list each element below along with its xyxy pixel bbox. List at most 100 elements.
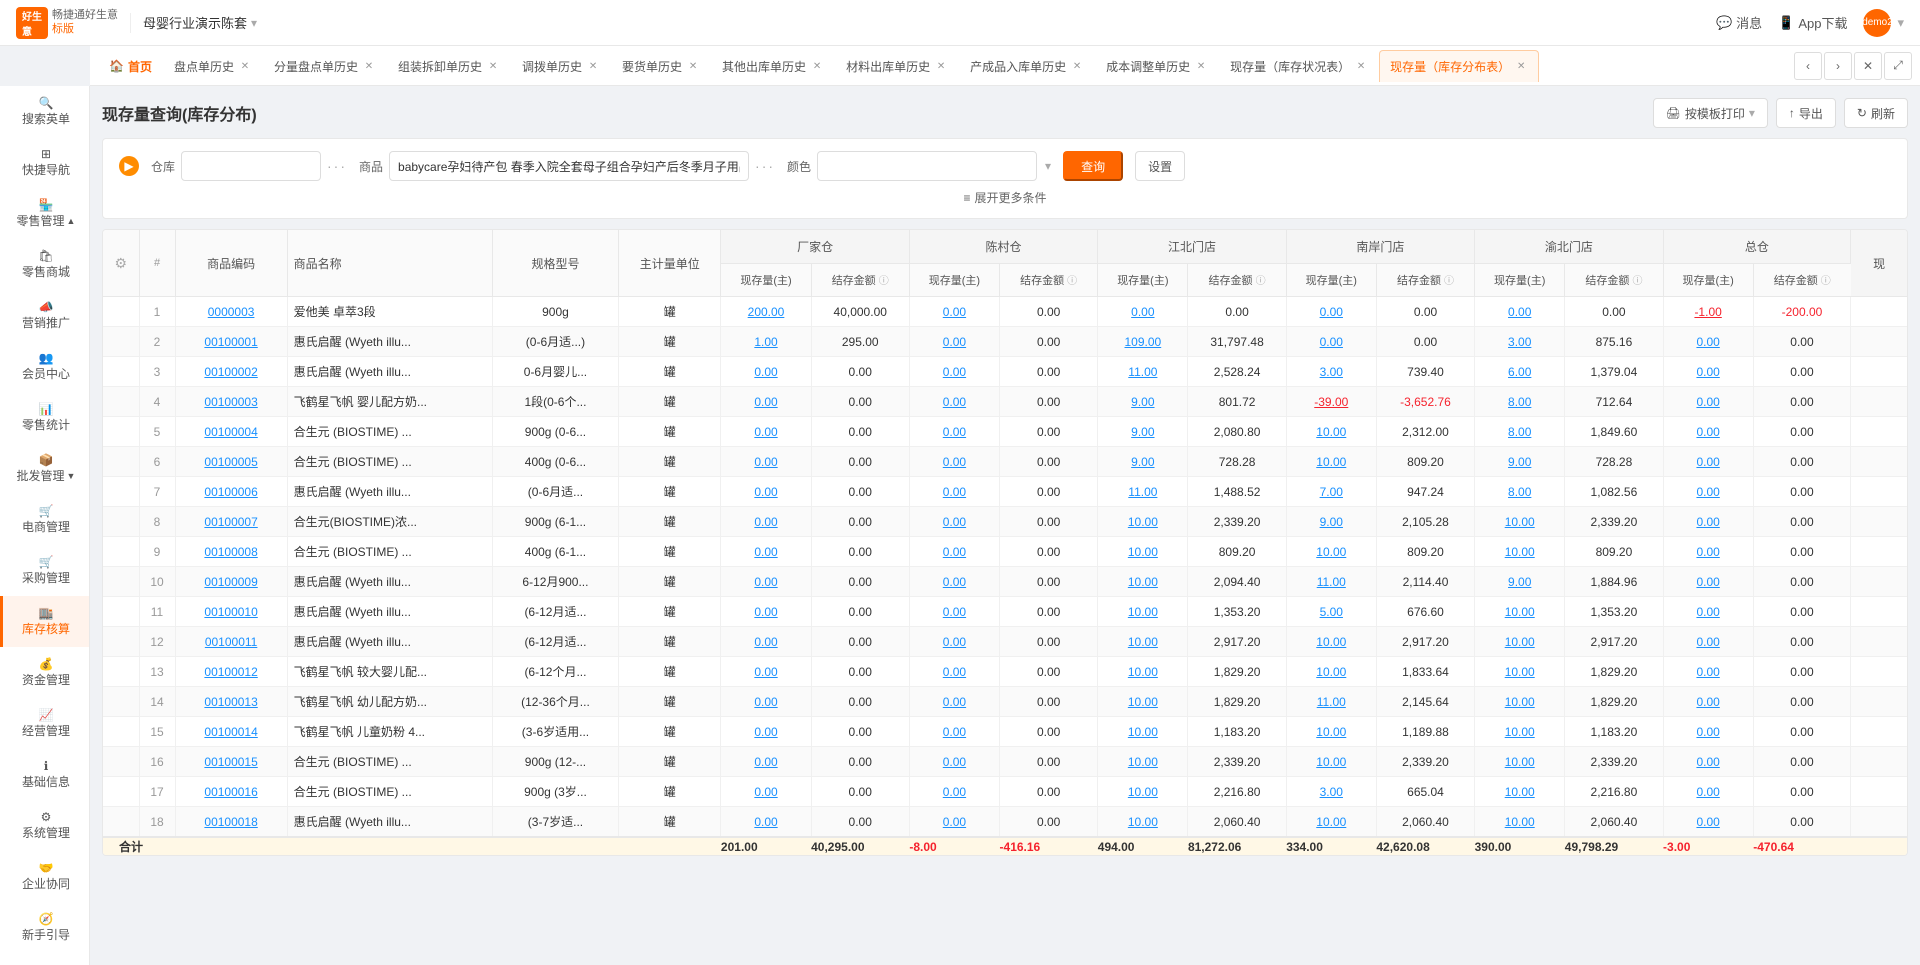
sidebar-item-retailshop[interactable]: 🛍 零售商城 [0, 239, 89, 290]
cell-c-qty-10[interactable]: 0.00 [909, 597, 999, 627]
cell-f-qty-10[interactable]: 0.00 [721, 597, 811, 627]
org-dropdown[interactable]: 母婴行业演示陈套 ▾ [143, 13, 257, 32]
cell-yb-qty-16[interactable]: 10.00 [1475, 777, 1565, 807]
cell-total-qty-2[interactable]: 0.00 [1663, 357, 1753, 387]
cell-code-9[interactable]: 00100009 [175, 567, 287, 597]
close-tab-stocktaking[interactable]: ✕ [238, 59, 252, 73]
cell-f-qty-3[interactable]: 0.00 [721, 387, 811, 417]
cell-yb-qty-1[interactable]: 3.00 [1475, 327, 1565, 357]
sidebar-item-purchase[interactable]: 🛒 采购管理 [0, 545, 89, 596]
nav-next-btn[interactable]: › [1824, 52, 1852, 80]
cell-na-qty-11[interactable]: 10.00 [1286, 627, 1376, 657]
cell-f-qty-7[interactable]: 0.00 [721, 507, 811, 537]
cell-yb-qty-11[interactable]: 10.00 [1475, 627, 1565, 657]
cell-yb-qty-9[interactable]: 9.00 [1475, 567, 1565, 597]
close-tab-order[interactable]: ✕ [686, 59, 700, 73]
warehouse-input[interactable] [181, 151, 321, 181]
cell-jb-qty-0[interactable]: 0.00 [1098, 297, 1188, 327]
cell-total-qty-1[interactable]: 0.00 [1663, 327, 1753, 357]
info-icon-2[interactable]: ⓘ [1067, 276, 1077, 287]
close-tab-combine[interactable]: ✕ [486, 59, 500, 73]
cell-na-qty-10[interactable]: 5.00 [1286, 597, 1376, 627]
cell-jb-qty-13[interactable]: 10.00 [1098, 687, 1188, 717]
cell-code-5[interactable]: 00100005 [175, 447, 287, 477]
cell-code-7[interactable]: 00100007 [175, 507, 287, 537]
cell-f-qty-9[interactable]: 0.00 [721, 567, 811, 597]
cell-na-qty-8[interactable]: 10.00 [1286, 537, 1376, 567]
cell-c-qty-1[interactable]: 0.00 [909, 327, 999, 357]
sidebar-item-marketing[interactable]: 📣 营销推广 [0, 290, 89, 341]
cell-jb-qty-15[interactable]: 10.00 [1098, 747, 1188, 777]
cell-c-qty-8[interactable]: 0.00 [909, 537, 999, 567]
cell-jb-qty-3[interactable]: 9.00 [1098, 387, 1188, 417]
cell-code-12[interactable]: 00100012 [175, 657, 287, 687]
close-tab-otherout[interactable]: ✕ [810, 59, 824, 73]
sidebar-item-operation[interactable]: 📈 经营管理 [0, 698, 89, 749]
info-icon-5[interactable]: ⓘ [1632, 276, 1642, 287]
cell-jb-qty-8[interactable]: 10.00 [1098, 537, 1188, 567]
cell-total-qty-7[interactable]: 0.00 [1663, 507, 1753, 537]
cell-total-qty-6[interactable]: 0.00 [1663, 477, 1753, 507]
refresh-btn[interactable]: ↻ 刷新 [1844, 98, 1908, 128]
user-area[interactable]: demo2 ▾ [1863, 9, 1904, 37]
cell-f-qty-16[interactable]: 0.00 [721, 777, 811, 807]
cell-total-qty-15[interactable]: 0.00 [1663, 747, 1753, 777]
cell-jb-qty-6[interactable]: 11.00 [1098, 477, 1188, 507]
cell-total-qty-4[interactable]: 0.00 [1663, 417, 1753, 447]
close-tab-transfer[interactable]: ✕ [586, 59, 600, 73]
cell-c-qty-11[interactable]: 0.00 [909, 627, 999, 657]
cell-jb-qty-10[interactable]: 10.00 [1098, 597, 1188, 627]
cell-code-11[interactable]: 00100011 [175, 627, 287, 657]
cell-code-16[interactable]: 00100016 [175, 777, 287, 807]
cell-na-qty-17[interactable]: 10.00 [1286, 807, 1376, 838]
print-btn[interactable]: 🖨 按模板打印 ▾ [1653, 98, 1768, 128]
sidebar-item-finance[interactable]: 💰 资金管理 [0, 647, 89, 698]
warehouse-ellipsis[interactable]: ··· [327, 158, 347, 174]
cell-yb-qty-12[interactable]: 10.00 [1475, 657, 1565, 687]
cell-na-qty-6[interactable]: 7.00 [1286, 477, 1376, 507]
cell-total-qty-8[interactable]: 0.00 [1663, 537, 1753, 567]
cell-code-2[interactable]: 00100002 [175, 357, 287, 387]
color-input[interactable] [817, 151, 1037, 181]
cell-total-qty-16[interactable]: 0.00 [1663, 777, 1753, 807]
info-icon-6[interactable]: ⓘ [1821, 276, 1831, 287]
sidebar-item-retail[interactable]: 🏪 零售管理 ▲ [0, 188, 89, 239]
cell-na-qty-1[interactable]: 0.00 [1286, 327, 1376, 357]
expand-more-btn[interactable]: ≡ 展开更多条件 [119, 189, 1891, 206]
cell-code-3[interactable]: 00100003 [175, 387, 287, 417]
sidebar-item-member[interactable]: 👥 会员中心 [0, 341, 89, 392]
cell-jb-qty-2[interactable]: 11.00 [1098, 357, 1188, 387]
cell-code-17[interactable]: 00100018 [175, 807, 287, 838]
sidebar-item-inventory[interactable]: 🏬 库存核算 [0, 596, 89, 647]
cell-c-qty-2[interactable]: 0.00 [909, 357, 999, 387]
cell-f-qty-11[interactable]: 0.00 [721, 627, 811, 657]
cell-na-qty-12[interactable]: 10.00 [1286, 657, 1376, 687]
nav-expand-btn[interactable]: ⤢ [1884, 52, 1912, 80]
cell-total-qty-5[interactable]: 0.00 [1663, 447, 1753, 477]
app-download-btn[interactable]: 📱 App下载 [1778, 13, 1847, 32]
cell-yb-qty-15[interactable]: 10.00 [1475, 747, 1565, 777]
cell-c-qty-6[interactable]: 0.00 [909, 477, 999, 507]
info-icon-4[interactable]: ⓘ [1444, 276, 1454, 287]
sidebar-item-apps[interactable]: ⬡ 应用中心 [0, 953, 89, 965]
cell-yb-qty-2[interactable]: 6.00 [1475, 357, 1565, 387]
close-tab-product[interactable]: ✕ [1070, 59, 1084, 73]
tab-stocktaking[interactable]: 盘点单历史 ✕ [163, 50, 263, 82]
sidebar-item-retailstat[interactable]: 📊 零售统计 [0, 392, 89, 443]
cell-code-13[interactable]: 00100013 [175, 687, 287, 717]
cell-na-qty-7[interactable]: 9.00 [1286, 507, 1376, 537]
cell-yb-qty-5[interactable]: 9.00 [1475, 447, 1565, 477]
cell-c-qty-0[interactable]: 0.00 [909, 297, 999, 327]
close-tab-stock2[interactable]: ✕ [1514, 59, 1528, 73]
cell-yb-qty-17[interactable]: 10.00 [1475, 807, 1565, 838]
cell-code-0[interactable]: 0000003 [175, 297, 287, 327]
cell-yb-qty-0[interactable]: 0.00 [1475, 297, 1565, 327]
cell-code-1[interactable]: 00100001 [175, 327, 287, 357]
sidebar-item-search[interactable]: 🔍 搜索英单 [0, 86, 89, 137]
cell-na-qty-9[interactable]: 11.00 [1286, 567, 1376, 597]
query-btn[interactable]: 查询 [1063, 151, 1123, 181]
cell-jb-qty-4[interactable]: 9.00 [1098, 417, 1188, 447]
sidebar-item-shortcut[interactable]: ⊞ 快捷导航 [0, 137, 89, 188]
cell-f-qty-1[interactable]: 1.00 [721, 327, 811, 357]
cell-f-qty-2[interactable]: 0.00 [721, 357, 811, 387]
